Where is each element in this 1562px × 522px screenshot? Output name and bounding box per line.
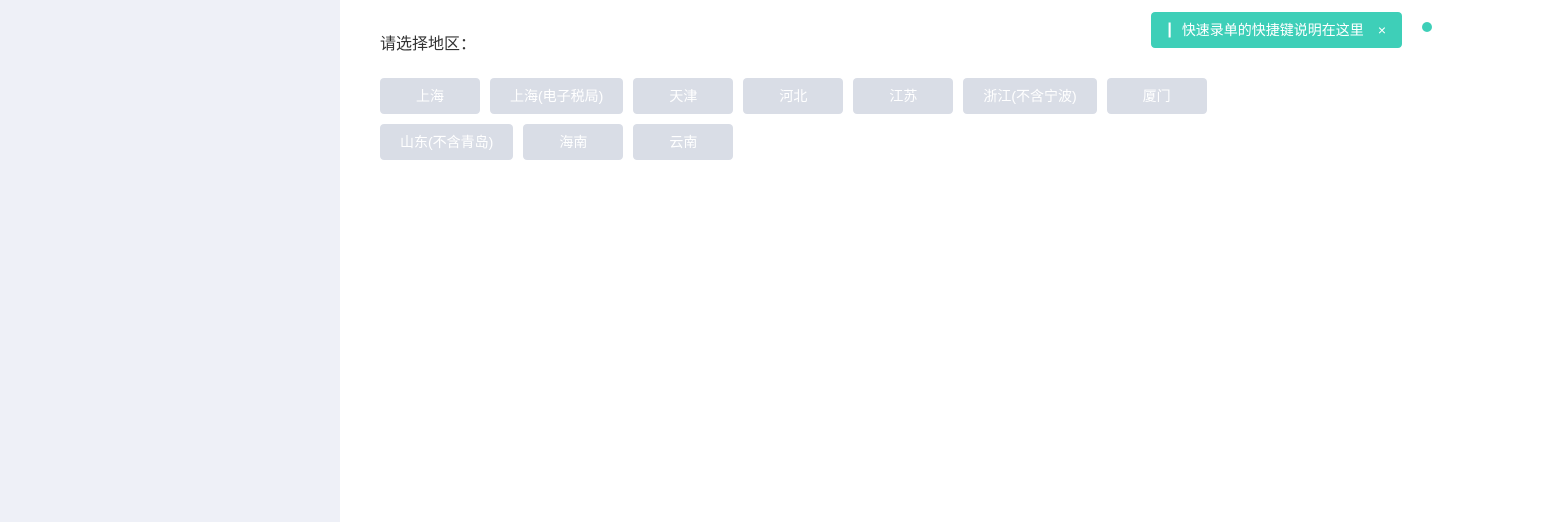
region-btn-tianjin[interactable]: 天津	[633, 78, 733, 114]
region-btn-yunnan[interactable]: 云南	[633, 124, 733, 160]
region-row-1: 上海 上海(电子税局) 天津 河北 江苏 浙江(不含宁波) 厦门	[380, 78, 1522, 114]
region-btn-hebei[interactable]: 河北	[743, 78, 843, 114]
region-btn-hainan[interactable]: 海南	[523, 124, 623, 160]
tooltip-close-button[interactable]: ×	[1378, 22, 1386, 38]
tooltip-dot	[1422, 22, 1432, 32]
region-btn-shanghai-etax[interactable]: 上海(电子税局)	[490, 78, 623, 114]
region-btn-shandong[interactable]: 山东(不含青岛)	[380, 124, 513, 160]
region-btn-zhejiang[interactable]: 浙江(不含宁波)	[963, 78, 1096, 114]
tooltip-banner: 快速录单的快捷键说明在这里 ×	[1151, 12, 1402, 48]
region-btn-shanghai[interactable]: 上海	[380, 78, 480, 114]
main-content: 请选择地区： 上海 上海(电子税局) 天津 河北 江苏 浙江(不含宁波) 厦门 …	[340, 0, 1562, 522]
sidebar	[0, 0, 340, 522]
region-btn-jiangsu[interactable]: 江苏	[853, 78, 953, 114]
region-row-2: 山东(不含青岛) 海南 云南	[380, 124, 1522, 160]
tooltip-text: 快速录单的快捷键说明在这里	[1182, 20, 1364, 40]
region-btn-xiamen[interactable]: 厦门	[1107, 78, 1207, 114]
